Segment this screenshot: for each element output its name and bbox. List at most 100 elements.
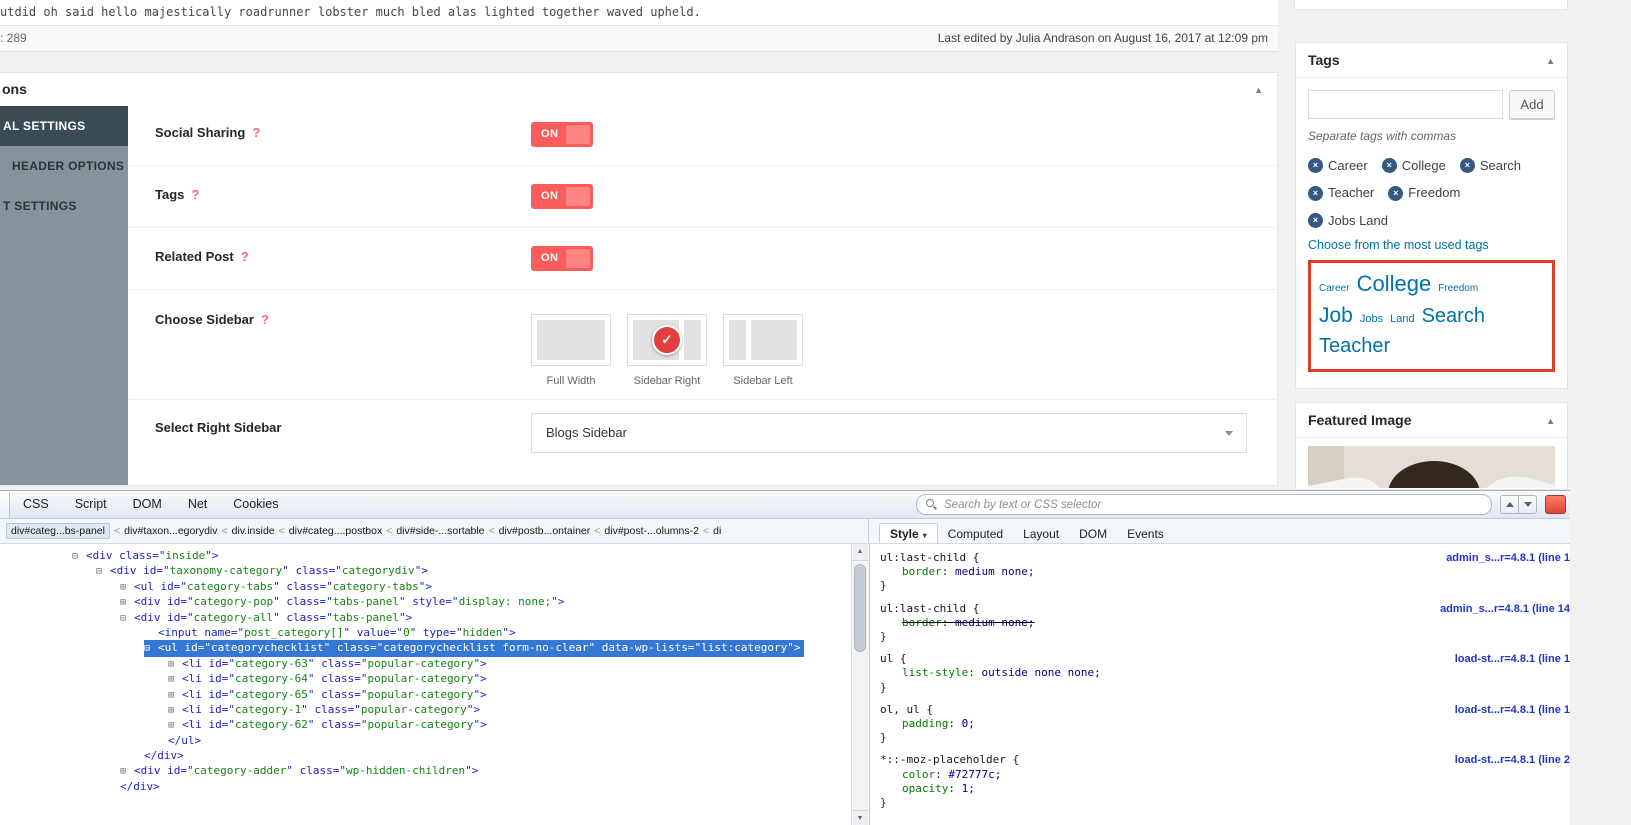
- tags-metabox-header[interactable]: Tags ▲: [1296, 43, 1567, 78]
- breadcrumb-item[interactable]: div#postb...ontainer: [499, 525, 591, 537]
- collapse-icon[interactable]: ⊟: [72, 549, 86, 564]
- settings-tab-t-settings[interactable]: T SETTINGS: [0, 186, 128, 226]
- tree-node-li[interactable]: ⊞ <li id="category-1" class="popular-cate…: [0, 702, 851, 717]
- layout-thumb-full[interactable]: [531, 314, 611, 366]
- search-input[interactable]: [942, 497, 1482, 512]
- tree-node-ul[interactable]: ⊞ <ul id="category-tabs" class="category-…: [0, 579, 851, 594]
- breadcrumb-item[interactable]: div#categ....postbox: [289, 525, 382, 537]
- help-icon[interactable]: ?: [241, 249, 249, 264]
- tree-close-div[interactable]: </div>: [0, 779, 851, 794]
- expand-icon[interactable]: ⊞: [120, 764, 134, 779]
- side-tab-events[interactable]: Events: [1117, 524, 1174, 543]
- breadcrumb-item[interactable]: div#side-...sortable: [396, 525, 484, 537]
- css-property[interactable]: list-style: outside none none;: [880, 666, 1570, 680]
- tree-node-ul[interactable]: ⊟ <ul id="categorychecklist" class="categ…: [0, 640, 851, 657]
- most-used-tags-link[interactable]: Choose from the most used tags: [1308, 238, 1489, 252]
- css-property[interactable]: border: medium none;: [880, 616, 1570, 630]
- settings-tab-header-options[interactable]: HEADER OPTIONS: [0, 146, 128, 186]
- tree-close-ul[interactable]: </ul>: [0, 733, 851, 748]
- css-selector[interactable]: ul {: [880, 652, 907, 666]
- tree-node-li[interactable]: ⊞ <li id="category-63" class="popular-cat…: [0, 656, 851, 671]
- help-icon[interactable]: ?: [252, 125, 260, 140]
- collapse-arrow-icon[interactable]: ▲: [1546, 56, 1555, 66]
- partial-tab[interactable]: [0, 491, 10, 518]
- source-link[interactable]: load-st...r=4.8.1 (line 1: [1455, 652, 1570, 666]
- scroll-down-icon[interactable]: ▼: [852, 810, 868, 825]
- devtools-tab-dom[interactable]: DOM: [120, 491, 175, 518]
- css-selector[interactable]: ol, ul {: [880, 703, 933, 717]
- css-property[interactable]: border: medium none;: [880, 565, 1570, 579]
- tree-node-div[interactable]: ⊟ <div class="inside">: [0, 548, 851, 563]
- sidebar-layout-option-right[interactable]: ✓ Sidebar Right: [627, 314, 707, 387]
- devtools-tab-net[interactable]: Net: [175, 491, 220, 518]
- side-tab-layout[interactable]: Layout: [1013, 524, 1069, 543]
- help-icon[interactable]: ?: [261, 312, 269, 327]
- tree-close-div[interactable]: </div>: [0, 748, 851, 763]
- related-post-toggle[interactable]: ON: [531, 246, 593, 271]
- cloud-tag[interactable]: College: [1357, 267, 1432, 300]
- cloud-tag[interactable]: Freedom: [1438, 281, 1478, 296]
- cloud-tag[interactable]: Career: [1319, 281, 1350, 296]
- remove-tag-icon[interactable]: ×: [1388, 185, 1404, 201]
- expand-icon[interactable]: ⊞: [168, 657, 182, 672]
- tree-node-li[interactable]: ⊞ <li id="category-65" class="popular-cat…: [0, 687, 851, 702]
- search-prev-button[interactable]: [1500, 495, 1519, 514]
- cloud-tag[interactable]: Jobs: [1360, 311, 1383, 328]
- side-tab-computed[interactable]: Computed: [938, 524, 1013, 543]
- devtools-tab-css[interactable]: CSS: [10, 491, 62, 518]
- devtools-tab-script[interactable]: Script: [62, 491, 120, 518]
- remove-tag-icon[interactable]: ×: [1381, 158, 1397, 173]
- cloud-tag[interactable]: Teacher: [1319, 331, 1390, 361]
- devtools-tab-cookies[interactable]: Cookies: [220, 491, 291, 518]
- cloud-tag[interactable]: Job: [1319, 300, 1353, 332]
- css-property[interactable]: opacity: 1;: [880, 782, 1570, 796]
- tags-toggle[interactable]: ON: [531, 184, 593, 209]
- collapse-icon[interactable]: ⊟: [144, 641, 158, 656]
- tree-node-li[interactable]: ⊞ <li id="category-62" class="popular-cat…: [0, 717, 851, 732]
- collapse-icon[interactable]: ⊟: [120, 611, 134, 626]
- breadcrumb-item[interactable]: div#post-...olumns-2: [604, 525, 699, 537]
- source-link[interactable]: admin_s...r=4.8.1 (line 14: [1440, 602, 1570, 616]
- scrollbar-thumb[interactable]: [854, 564, 866, 652]
- tree-node-li[interactable]: ⊞ <li id="category-64" class="popular-cat…: [0, 671, 851, 686]
- css-selector[interactable]: ul:last-child {: [880, 551, 979, 565]
- expand-icon[interactable]: ⊞: [168, 672, 182, 687]
- tree-node-div[interactable]: ⊟ <div id="category-all" class="tabs-pane…: [0, 610, 851, 625]
- breadcrumb-item[interactable]: div.inside: [232, 525, 275, 537]
- layout-thumb-left[interactable]: [723, 314, 803, 366]
- side-tab-style[interactable]: Style ▾: [879, 523, 938, 543]
- css-property[interactable]: color: #72777c;: [880, 768, 1570, 782]
- sidebar-layout-option-left[interactable]: Sidebar Left: [723, 314, 803, 387]
- css-property[interactable]: padding: 0;: [880, 717, 1570, 731]
- breadcrumb-item[interactable]: di: [713, 525, 721, 537]
- remove-tag-icon[interactable]: ×: [1308, 213, 1323, 228]
- breadcrumb-item[interactable]: div#categ...bs-panel: [6, 523, 110, 539]
- remove-tag-icon[interactable]: ×: [1459, 158, 1475, 173]
- settings-tab-al-settings[interactable]: AL SETTINGS: [0, 106, 128, 146]
- css-selector[interactable]: ul:last-child {: [880, 602, 979, 616]
- source-link[interactable]: load-st...r=4.8.1 (line 2: [1455, 753, 1570, 767]
- css-selector[interactable]: *::-moz-placeholder {: [880, 753, 1019, 767]
- expand-icon[interactable]: ⊞: [120, 580, 134, 595]
- expand-icon[interactable]: ⊞: [168, 703, 182, 718]
- post-content-text[interactable]: utdid oh said hello majestically roadrun…: [0, 0, 1278, 26]
- expand-icon[interactable]: ⊞: [120, 595, 134, 610]
- remove-tag-icon[interactable]: ×: [1308, 185, 1323, 201]
- cloud-tag[interactable]: Land: [1390, 311, 1414, 328]
- source-link[interactable]: admin_s...r=4.8.1 (line 1: [1446, 551, 1570, 565]
- help-icon[interactable]: ?: [191, 187, 199, 202]
- side-tab-dom[interactable]: DOM: [1069, 524, 1117, 543]
- tree-node-div[interactable]: ⊞ <div id="category-adder" class="wp-hidd…: [0, 763, 851, 778]
- search-next-button[interactable]: [1518, 495, 1537, 514]
- tree-scrollbar[interactable]: ▲ ▼: [851, 544, 869, 825]
- cloud-tag[interactable]: Search: [1422, 301, 1485, 331]
- devtools-close-button[interactable]: [1545, 495, 1566, 514]
- collapse-arrow-icon[interactable]: ▲: [1254, 85, 1263, 95]
- right-sidebar-select[interactable]: Blogs Sidebar: [531, 413, 1247, 453]
- tree-node-input[interactable]: <input name="post_category[]" value="0" …: [0, 625, 851, 640]
- sidebar-layout-option-full[interactable]: Full Width: [531, 314, 611, 387]
- source-link[interactable]: load-st...r=4.8.1 (line 1: [1455, 703, 1570, 717]
- scroll-up-icon[interactable]: ▲: [852, 544, 868, 561]
- featured-image-thumbnail[interactable]: [1308, 446, 1555, 488]
- collapse-arrow-icon[interactable]: ▲: [1546, 416, 1555, 426]
